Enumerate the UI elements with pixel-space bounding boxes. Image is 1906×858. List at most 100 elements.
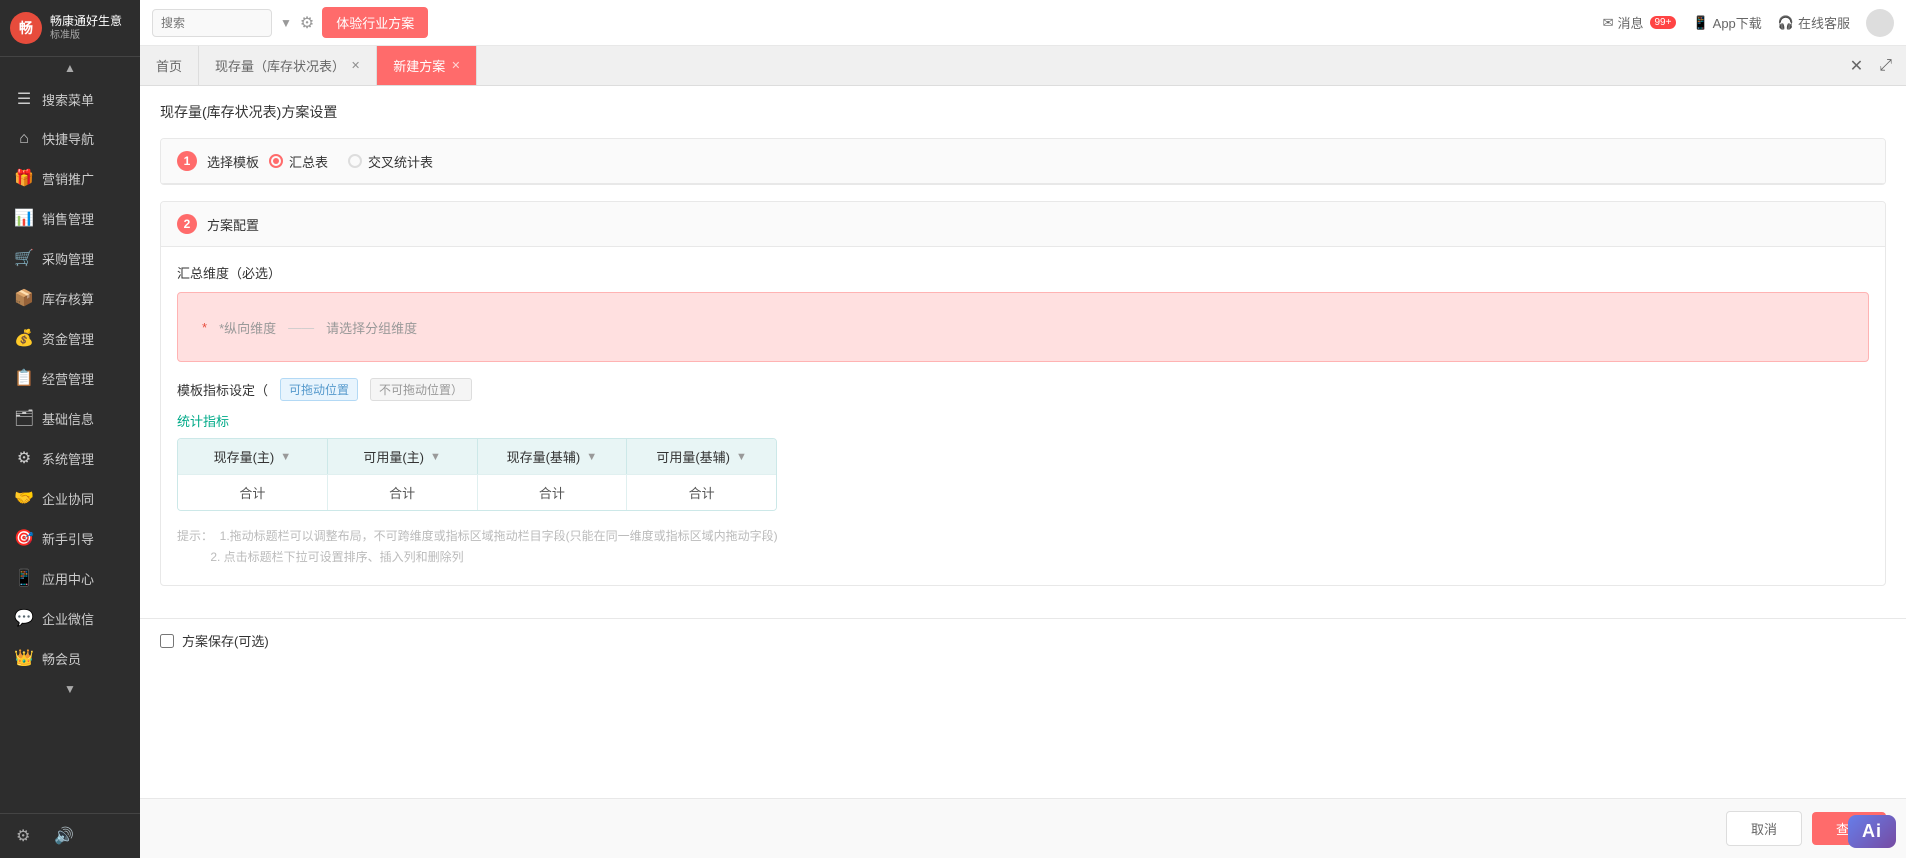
sidebar-item-purchase[interactable]: 🛒 采购管理 (0, 238, 140, 278)
member-icon: 👑 (14, 648, 34, 668)
step1-num: 1 (177, 151, 197, 171)
dimension-box[interactable]: * *纵向维度 —— 请选择分组维度 (177, 292, 1869, 362)
chevron-down-icon-1[interactable]: ▼ (430, 451, 441, 463)
step2-title: 方案配置 (207, 215, 259, 234)
scroll-up-btn[interactable]: ▲ (0, 57, 140, 79)
sidebar-item-system[interactable]: ⚙ 系统管理 (0, 438, 140, 478)
tab-inventory-close[interactable]: ✕ (351, 59, 360, 72)
tab-close-btn[interactable]: ✕ (1844, 54, 1869, 78)
stat-col-3-label: 可用量(基辅) (656, 447, 730, 466)
indicator-settings: 模板指标设定（ 可拖动位置 不可拖动位置） (177, 378, 1869, 401)
footer-bar: 取消 查询 (140, 798, 1906, 858)
system-icon: ⚙ (14, 448, 34, 468)
radio-summary[interactable]: 汇总表 (269, 152, 328, 171)
sidebar-item-label: 畅会员 (42, 649, 81, 668)
sidebar-item-quick-nav[interactable]: ⌂ 快捷导航 (0, 119, 140, 158)
industry-btn[interactable]: 体验行业方案 (322, 7, 428, 38)
online-service-label: 在线客服 (1798, 13, 1850, 32)
topbar-right: ✉ 消息 99+ 📱 App下载 🎧 在线客服 (1603, 9, 1894, 37)
tab-inventory[interactable]: 现存量（库存状况表） ✕ (199, 46, 377, 85)
app-download-btn[interactable]: 📱 App下载 (1692, 13, 1761, 32)
step1-header: 1 选择模板 汇总表 交叉统计表 (161, 139, 1885, 184)
ai-badge[interactable]: Ai (1848, 815, 1896, 848)
sidebar-item-label: 应用中心 (42, 569, 94, 588)
page-title: 现存量(库存状况表)方案设置 (160, 102, 1886, 122)
sidebar-item-member[interactable]: 👑 畅会员 (0, 638, 140, 678)
sidebar-item-label: 快捷导航 (42, 129, 94, 148)
radio-cross[interactable]: 交叉统计表 (348, 152, 433, 171)
sidebar-item-label: 搜索菜单 (42, 90, 94, 109)
tab-expand-btn[interactable]: ⤢ (1873, 55, 1898, 77)
sidebar-item-management[interactable]: 📋 经营管理 (0, 358, 140, 398)
sidebar-item-search-menu[interactable]: ☰ 搜索菜单 (0, 79, 140, 119)
non-draggable-badge: 不可拖动位置） (370, 378, 472, 401)
settings-icon[interactable]: ⚙ (300, 13, 314, 33)
sidebar-item-newcomer[interactable]: 🎯 新手引导 (0, 518, 140, 558)
stat-table-row: 合计 合计 合计 合计 (178, 474, 776, 510)
sidebar-item-wechat[interactable]: 💬 企业微信 (0, 598, 140, 638)
tabs-right: ✕ ⤢ (1844, 54, 1906, 78)
quick-nav-icon: ⌂ (14, 130, 34, 148)
tab-new-plan-close[interactable]: ✕ (451, 59, 460, 72)
basic-info-icon: 🗂 (14, 408, 34, 428)
sidebar-item-label: 库存核算 (42, 289, 94, 308)
tips: 提示： 1.拖动标题栏可以调整布局，不可跨维度或指标区域拖动栏目字段(只能在同一… (177, 527, 1869, 565)
avatar[interactable] (1866, 9, 1894, 37)
step1-title: 选择模板 (207, 152, 259, 171)
draggable-badge: 可拖动位置 (280, 378, 358, 401)
stat-col-3[interactable]: 可用量(基辅) ▼ (627, 439, 776, 474)
tab-new-plan-label: 新建方案 (393, 56, 445, 75)
sound-btn[interactable]: 🔊 (46, 822, 82, 850)
tab-home[interactable]: 首页 (140, 46, 199, 85)
content-area: 现存量(库存状况表)方案设置 1 选择模板 汇总表 交叉统计表 (140, 86, 1906, 798)
sidebar-item-enterprise[interactable]: 🤝 企业协同 (0, 478, 140, 518)
dim-placeholder-text: 请选择分组维度 (326, 318, 417, 337)
app-center-icon: 📱 (14, 568, 34, 588)
sidebar-bottom: ⚙ 🔊 (0, 813, 140, 858)
stat-cell-1: 合计 (328, 475, 478, 510)
sidebar-item-label: 新手引导 (42, 529, 94, 548)
sidebar-item-finance[interactable]: 💰 资金管理 (0, 318, 140, 358)
vertical-dim-label: *纵向维度 (219, 318, 276, 337)
topbar-left: ▼ ⚙ 体验行业方案 (152, 7, 1595, 38)
sidebar-item-label: 企业协同 (42, 489, 94, 508)
chevron-down-icon-0[interactable]: ▼ (280, 451, 291, 463)
settings-btn[interactable]: ⚙ (8, 822, 38, 850)
sidebar-item-label: 经营管理 (42, 369, 94, 388)
stat-col-0[interactable]: 现存量(主) ▼ (178, 439, 328, 474)
sidebar-item-sales[interactable]: 📊 销售管理 (0, 198, 140, 238)
online-service-btn[interactable]: 🎧 在线客服 (1778, 13, 1850, 32)
marketing-icon: 🎁 (14, 168, 34, 188)
search-input[interactable] (152, 9, 272, 37)
save-checkbox[interactable] (160, 634, 174, 648)
stat-col-1[interactable]: 可用量(主) ▼ (328, 439, 478, 474)
step1-section: 1 选择模板 汇总表 交叉统计表 (160, 138, 1886, 185)
step2-body: 汇总维度（必选） * *纵向维度 —— 请选择分组维度 模板指标设定（ 可拖动位… (161, 247, 1885, 585)
sidebar-item-label: 企业微信 (42, 609, 94, 628)
scroll-down-btn[interactable]: ▼ (0, 678, 140, 700)
sidebar-item-label: 资金管理 (42, 329, 94, 348)
headset-icon: 🎧 (1778, 15, 1794, 31)
sidebar-item-app-center[interactable]: 📱 应用中心 (0, 558, 140, 598)
tabs-bar: 首页 现存量（库存状况表） ✕ 新建方案 ✕ ✕ ⤢ (140, 46, 1906, 86)
sidebar-item-basic-info[interactable]: 🗂 基础信息 (0, 398, 140, 438)
radio-cross-circle (348, 154, 362, 168)
content-inner: 现存量(库存状况表)方案设置 1 选择模板 汇总表 交叉统计表 (140, 86, 1906, 618)
tab-new-plan[interactable]: 新建方案 ✕ (377, 46, 477, 85)
stat-col-2[interactable]: 现存量(基辅) ▼ (478, 439, 628, 474)
message-btn[interactable]: ✉ 消息 99+ (1603, 13, 1677, 32)
newcomer-icon: 🎯 (14, 528, 34, 548)
sidebar-item-label: 营销推广 (42, 169, 94, 188)
cancel-button[interactable]: 取消 (1726, 811, 1802, 846)
stat-cell-3: 合计 (627, 475, 776, 510)
sidebar-item-label: 基础信息 (42, 409, 94, 428)
enterprise-icon: 🤝 (14, 488, 34, 508)
chevron-down-icon-2[interactable]: ▼ (586, 451, 597, 463)
dim-separator: —— (288, 320, 314, 335)
chevron-down-icon[interactable]: ▼ (280, 16, 292, 30)
finance-icon: 💰 (14, 328, 34, 348)
sidebar-item-marketing[interactable]: 🎁 营销推广 (0, 158, 140, 198)
chevron-down-icon-3[interactable]: ▼ (736, 451, 747, 463)
message-badge: 99+ (1650, 16, 1677, 29)
sidebar-item-inventory[interactable]: 📦 库存核算 (0, 278, 140, 318)
